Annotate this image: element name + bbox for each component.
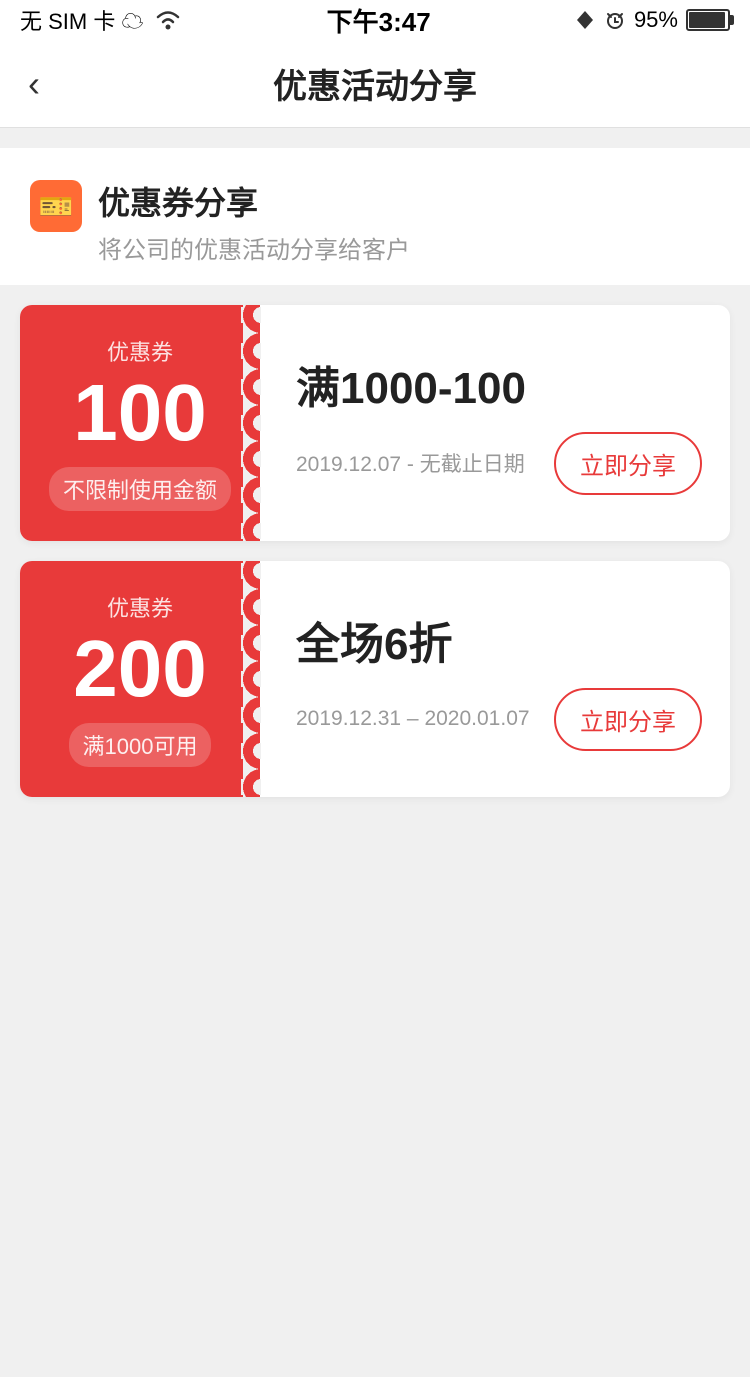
coupon-right-2: 全场6折 2019.12.31 – 2020.01.07 立即分享 [260,561,730,797]
alarm-icon [604,9,626,31]
coupon-date-2: 2019.12.31 – 2020.01.07 [296,707,544,731]
coupon-left-2: 优惠券 200 满1000可用 [20,561,260,797]
section-text: 优惠券分享 将公司的优惠活动分享给客户 [98,178,410,265]
coupon-name-2: 全场6折 [296,608,702,672]
empty-area [0,817,750,1377]
page-title: 优惠活动分享 [273,59,477,108]
coupon-icon: 🎫 [30,180,82,232]
battery-percent: 95% [634,7,678,33]
coupon-date-1: 2019.12.07 - 无截止日期 [296,448,544,478]
coupon-right-1: 满1000-100 2019.12.07 - 无截止日期 立即分享 [260,305,730,541]
coupon-bottom-2: 2019.12.31 – 2020.01.07 立即分享 [296,688,702,751]
section-header: 🎫 优惠券分享 将公司的优惠活动分享给客户 [0,148,750,285]
status-left: 无 SIM 卡 ☁ [20,4,183,36]
status-time: 下午3:47 [327,2,431,39]
coupons-list: 优惠券 100 不限制使用金额 满1000-100 2019.12.07 - 无… [0,285,750,817]
coupon-type-2: 优惠券 [107,591,173,623]
share-button-2[interactable]: 立即分享 [554,688,702,751]
back-button[interactable]: ‹ [28,66,40,102]
sim-status: 无 SIM 卡 ☁ [20,4,143,36]
status-bar: 无 SIM 卡 ☁ 下午3:47 95% [0,0,750,40]
section-subtitle: 将公司的优惠活动分享给客户 [98,230,410,265]
status-right: 95% [574,7,730,33]
coupon-bottom-1: 2019.12.07 - 无截止日期 立即分享 [296,432,702,495]
coupon-value-1: 100 [73,373,206,453]
section-title: 优惠券分享 [98,178,410,224]
battery-icon [686,9,730,31]
coupon-left-1: 优惠券 100 不限制使用金额 [20,305,260,541]
coupon-card-2: 优惠券 200 满1000可用 全场6折 2019.12.31 – 2020.0… [20,561,730,797]
coupon-name-1: 满1000-100 [296,352,702,416]
nav-bar: ‹ 优惠活动分享 [0,40,750,128]
wifi-icon [153,9,183,31]
coupon-condition-1: 不限制使用金额 [49,467,231,511]
coupon-card-1: 优惠券 100 不限制使用金额 满1000-100 2019.12.07 - 无… [20,305,730,541]
coupon-condition-2: 满1000可用 [69,723,212,767]
coupon-value-2: 200 [73,629,206,709]
location-icon [574,9,596,31]
share-button-1[interactable]: 立即分享 [554,432,702,495]
coupon-type-1: 优惠券 [107,335,173,367]
